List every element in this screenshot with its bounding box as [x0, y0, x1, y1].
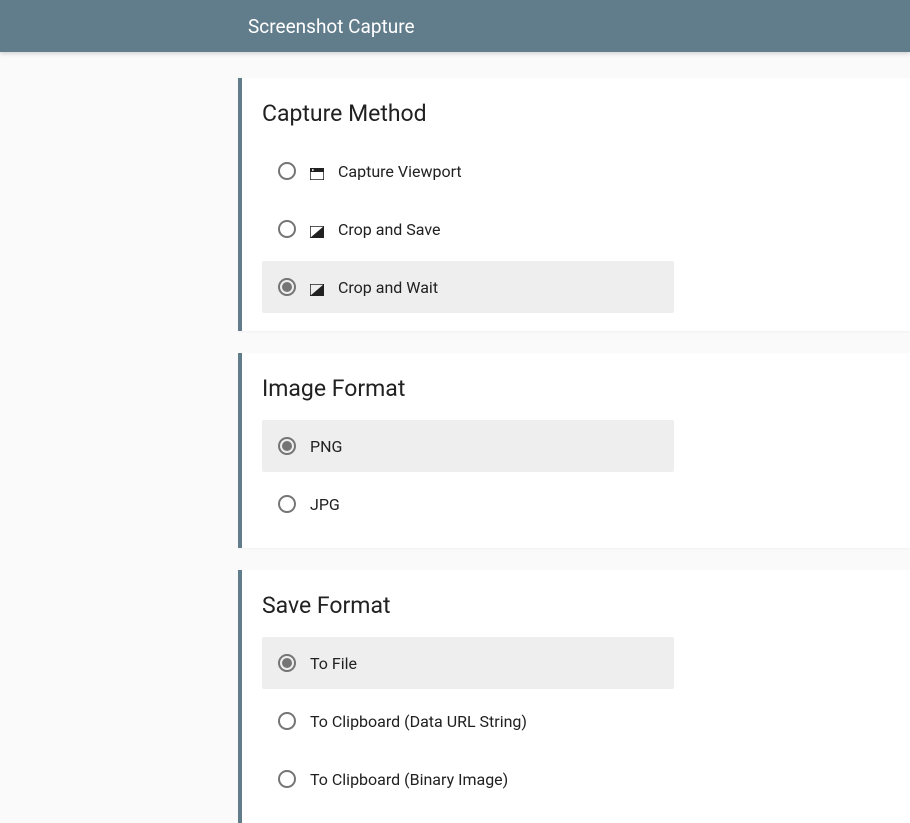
save-format-options: To File To Clipboard (Data URL String) T…: [242, 637, 910, 805]
crop-icon: [310, 281, 324, 293]
option-label: PNG: [310, 437, 342, 456]
option-label: To File: [310, 654, 357, 673]
option-to-clipboard-url[interactable]: To Clipboard (Data URL String): [262, 695, 674, 747]
content-area: Capture Method Capture Viewport: [0, 52, 910, 823]
option-label: Crop and Save: [338, 220, 441, 239]
app-header: Screenshot Capture: [0, 0, 910, 52]
radio-icon: [278, 770, 296, 788]
option-jpg[interactable]: JPG: [262, 478, 674, 530]
option-crop-and-save[interactable]: Crop and Save: [262, 203, 674, 255]
crop-icon: [310, 223, 324, 235]
radio-icon: [278, 437, 296, 455]
radio-icon: [278, 495, 296, 513]
option-label: Crop and Wait: [338, 278, 438, 297]
radio-icon: [278, 162, 296, 180]
section-save-format: Save Format To File To Clipboard (Data U…: [238, 570, 910, 823]
option-to-file[interactable]: To File: [262, 637, 674, 689]
image-format-options: PNG JPG: [242, 420, 910, 530]
option-label: To Clipboard (Binary Image): [310, 770, 508, 789]
option-label: JPG: [310, 495, 340, 514]
option-to-clipboard-binary[interactable]: To Clipboard (Binary Image): [262, 753, 674, 805]
app-title: Screenshot Capture: [248, 15, 415, 38]
option-crop-and-wait[interactable]: Crop and Wait: [262, 261, 674, 313]
option-label: Capture Viewport: [338, 162, 462, 181]
section-title-capture-method: Capture Method: [242, 100, 910, 127]
option-label: To Clipboard (Data URL String): [310, 712, 527, 731]
radio-icon: [278, 712, 296, 730]
radio-icon: [278, 278, 296, 296]
option-png[interactable]: PNG: [262, 420, 674, 472]
radio-icon: [278, 654, 296, 672]
section-title-image-format: Image Format: [242, 375, 910, 402]
section-image-format: Image Format PNG JPG: [238, 353, 910, 548]
viewport-icon: [310, 165, 324, 177]
section-title-save-format: Save Format: [242, 592, 910, 619]
option-capture-viewport[interactable]: Capture Viewport: [262, 145, 674, 197]
capture-method-options: Capture Viewport Crop and Save: [242, 145, 910, 313]
radio-icon: [278, 220, 296, 238]
section-capture-method: Capture Method Capture Viewport: [238, 78, 910, 331]
